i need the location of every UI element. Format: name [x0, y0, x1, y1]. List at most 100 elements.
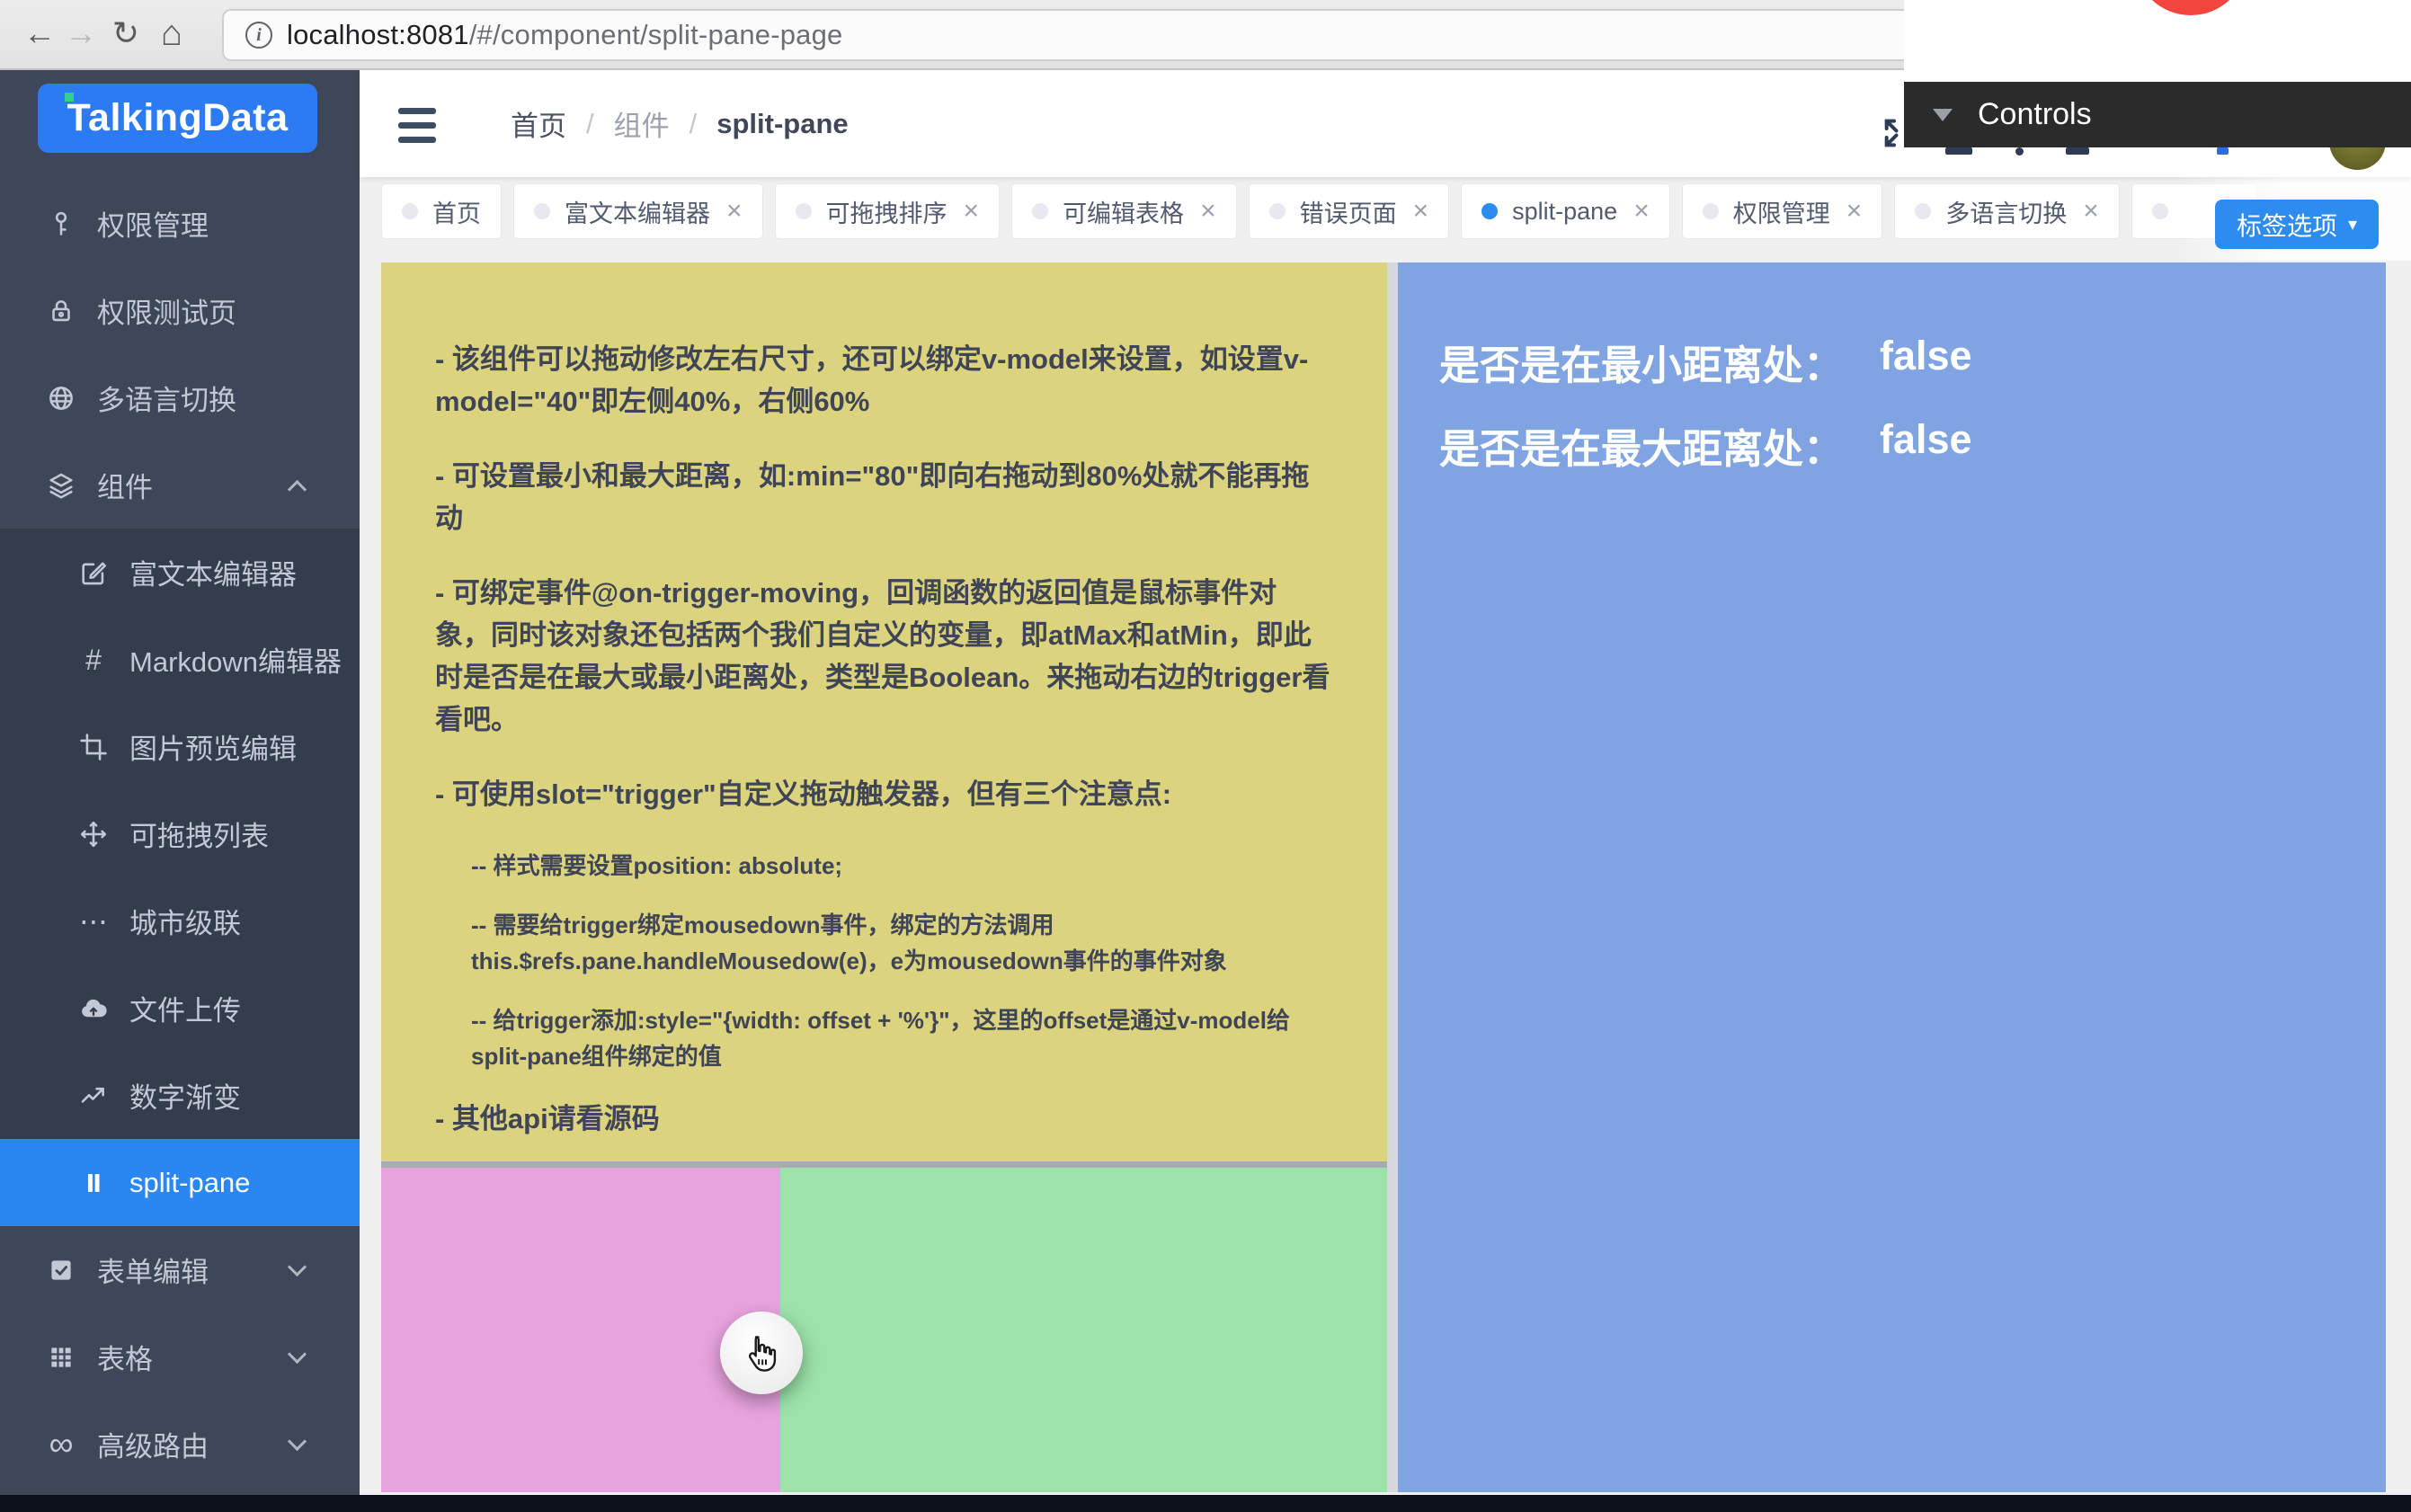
sidebar-item-split-pane[interactable]: split-pane [0, 1139, 360, 1226]
sidebar-menu: 权限管理 权限测试页 多语言切换 组件 富文本编辑器 # Markdown编辑器… [0, 180, 360, 1488]
key-icon [45, 208, 77, 240]
globe-icon [45, 382, 77, 414]
chevron-down-icon [287, 1344, 307, 1365]
instruction-line: - 该组件可以拖动修改左右尺寸，还可以绑定v-model来设置，如设置v-mod… [435, 343, 1309, 417]
collapse-caret-icon [1933, 108, 1953, 121]
tag-dot-icon [534, 203, 550, 219]
refresh-icon[interactable]: ↻ [105, 13, 147, 54]
tag-dot-icon [1915, 203, 1932, 219]
sidebar-item-rich-editor[interactable]: 富文本编辑器 [0, 529, 360, 616]
lock-icon [45, 295, 77, 327]
sidebar-item-number-transition[interactable]: 数字渐变 [0, 1052, 360, 1139]
close-icon[interactable]: × [1200, 198, 1216, 225]
sidebar-item-drag-list[interactable]: 可拖拽列表 [0, 790, 360, 877]
tag-bar: 首页 富文本编辑器 × 可拖拽排序 × 可编辑表格 × 错误页面 × split… [360, 177, 2411, 261]
sidebar-item-image-preview-edit[interactable]: 图片预览编辑 [0, 703, 360, 790]
instruction-line: - 可使用slot="trigger"自定义拖动触发器，但有三个注意点: [435, 778, 1172, 810]
screen: ← → ↻ ⌂ i localhost:8081/#/component/spl… [0, 0, 2411, 1512]
tab-tag-error-page[interactable]: 错误页面 × [1248, 183, 1450, 239]
breadcrumb-home[interactable]: 首页 [511, 103, 566, 144]
chevron-up-icon [287, 479, 307, 500]
instruction-subline: -- 需要给trigger绑定mousedown事件，绑定的方法调用 this.… [471, 912, 1227, 974]
sidebar-item-i18n[interactable]: 多语言切换 [0, 354, 360, 441]
grid-icon [45, 1341, 77, 1374]
pane-left-top: - 该组件可以拖动修改左右尺寸，还可以绑定v-model来设置，如设置v-mod… [381, 262, 1387, 1161]
forward-icon[interactable]: → [60, 13, 102, 54]
sidebar-item-components[interactable]: 组件 [0, 441, 360, 529]
close-icon[interactable]: × [964, 198, 980, 225]
status-line-min: 是否是在最小距离处： false [1439, 333, 2350, 391]
instruction-line: - 可设置最小和最大距离，如:min="80"即向右拖动到80%处就不能再拖动 [435, 460, 1310, 534]
tab-tag-i18n[interactable]: 多语言切换 × [1894, 183, 2120, 239]
sidebar-item-file-upload[interactable]: 文件上传 [0, 965, 360, 1052]
tab-tag-split-pane[interactable]: split-pane × [1461, 183, 1670, 239]
tab-tag-rich-editor[interactable]: 富文本编辑器 × [513, 183, 763, 239]
close-icon[interactable]: × [1413, 198, 1429, 225]
controls-header[interactable]: Controls [1904, 82, 2411, 147]
controls-title: Controls [1978, 97, 2092, 131]
menu-toggle-icon[interactable] [398, 108, 436, 143]
vertical-split-divider[interactable] [1387, 262, 1398, 1492]
back-icon[interactable]: ← [19, 13, 60, 54]
recorder-overlay-panel [1904, 0, 2411, 82]
tab-tag-editable-table[interactable]: 可编辑表格 × [1011, 183, 1237, 239]
tag-dot-icon [1268, 203, 1286, 219]
instruction-subline: -- 样式需要设置position: absolute; [471, 852, 843, 879]
close-icon[interactable]: × [726, 198, 743, 225]
tag-dot-icon [2151, 203, 2168, 219]
tag-dot-icon [1481, 203, 1499, 219]
logo-text: TalkingData [65, 93, 288, 140]
sidebar-item-advanced-router[interactable]: ∞ 高级路由 [0, 1401, 360, 1488]
infinity-icon: ∞ [49, 1425, 74, 1463]
ellipsis-icon: ⋯ [79, 904, 108, 938]
sidebar-item-city-cascade[interactable]: ⋯ 城市级联 [0, 877, 360, 965]
desktop-edge [0, 1495, 2411, 1512]
pane-right: 是否是在最小距离处： false 是否是在最大距离处： false [1398, 262, 2386, 1492]
pane-bottom-left [381, 1168, 780, 1492]
breadcrumb-current: split-pane [716, 107, 849, 139]
close-icon[interactable]: × [1846, 198, 1863, 225]
close-icon[interactable]: × [1633, 198, 1650, 225]
sidebar-item-form-edit[interactable]: 表单编辑 [0, 1226, 360, 1313]
app-logo[interactable]: TalkingData [38, 84, 317, 153]
edit-icon [77, 556, 110, 589]
breadcrumb: 首页 / 组件 / split-pane [511, 70, 849, 177]
tag-list: 首页 富文本编辑器 × 可拖拽排序 × 可编辑表格 × 错误页面 × split… [381, 183, 2257, 239]
header-icon[interactable] [2217, 147, 2229, 155]
instruction-subline: -- 给trigger添加:style="{width: offset + '%… [471, 1007, 1290, 1070]
site-info-icon[interactable]: i [245, 22, 272, 49]
chevron-down-icon [287, 1431, 307, 1452]
tag-dot-icon [795, 203, 812, 219]
hash-icon: # [85, 643, 102, 676]
split-pane-demo: - 该组件可以拖动修改左右尺寸，还可以绑定v-model来设置，如设置v-mod… [360, 261, 2411, 1495]
sidebar-item-markdown-editor[interactable]: # Markdown编辑器 [0, 616, 360, 703]
sidebar-item-permission-manage[interactable]: 权限管理 [0, 180, 360, 267]
logo-dot-icon [65, 93, 75, 102]
sidebar-item-permission-test[interactable]: 权限测试页 [0, 267, 360, 354]
tab-tag-drag-sort[interactable]: 可拖拽排序 × [774, 183, 1001, 239]
horizontal-split-divider[interactable] [381, 1161, 1387, 1168]
tag-dot-icon [1702, 203, 1719, 219]
bell-icon[interactable] [2015, 147, 2024, 156]
chevron-down-icon [287, 1257, 307, 1277]
split-drag-trigger[interactable] [720, 1312, 803, 1394]
header-icon[interactable] [2066, 147, 2089, 155]
crop-icon [77, 731, 110, 763]
chevron-down-icon: ▾ [2347, 215, 2357, 235]
tab-tag-home[interactable]: 首页 [381, 183, 502, 239]
hand-cursor-icon [748, 1336, 777, 1372]
instruction-line: - 其他api请看源码 [435, 1103, 660, 1134]
tab-tag-permission-manage[interactable]: 权限管理 × [1681, 183, 1883, 239]
checkbox-icon [45, 1254, 77, 1286]
message-icon[interactable] [1945, 147, 1972, 155]
tag-options-button[interactable]: 标签选项 ▾ [2214, 200, 2379, 249]
home-icon[interactable]: ⌂ [151, 13, 192, 54]
close-icon[interactable]: × [2083, 198, 2099, 225]
breadcrumb-section[interactable]: 组件 [614, 103, 670, 144]
instructions: - 该组件可以拖动修改左右尺寸，还可以绑定v-model来设置，如设置v-mod… [381, 262, 1387, 1140]
layers-icon [45, 469, 77, 502]
status-line-max: 是否是在最大距离处： false [1439, 416, 2350, 475]
pause-icon [77, 1167, 110, 1199]
pane-bottom-right [780, 1168, 1387, 1492]
sidebar-item-table[interactable]: 表格 [0, 1313, 360, 1401]
